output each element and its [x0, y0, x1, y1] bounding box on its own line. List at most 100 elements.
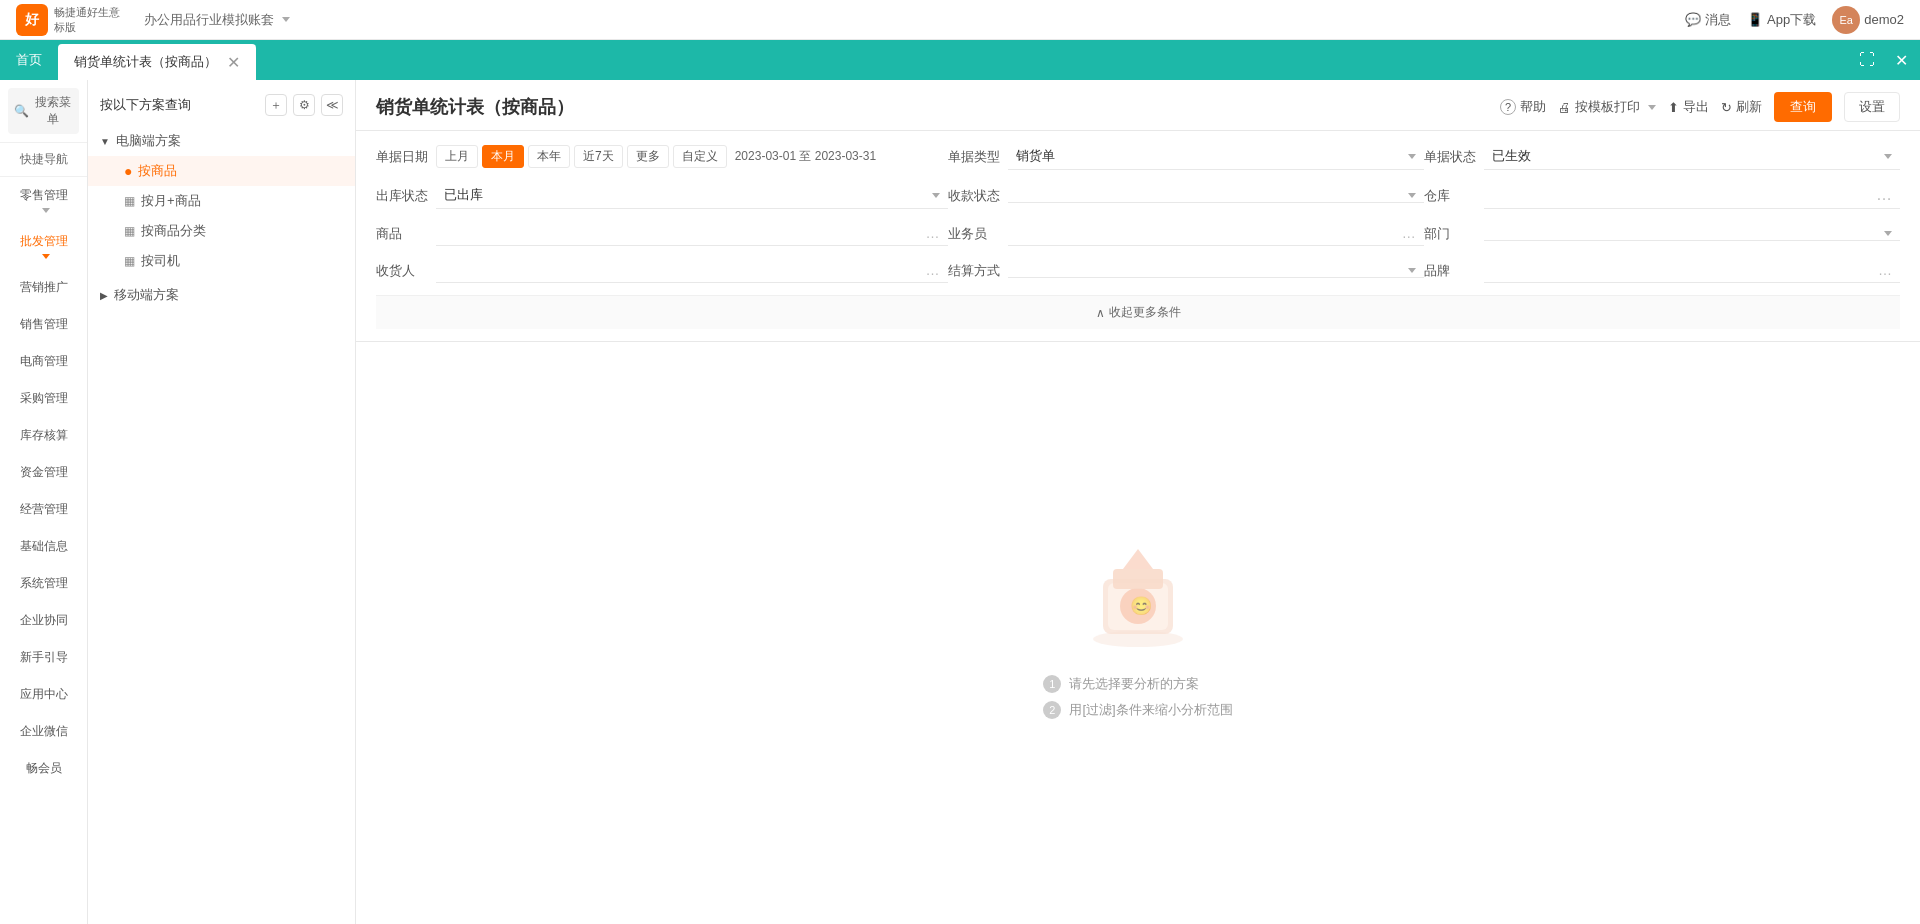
department-dropdown-icon: [1884, 231, 1892, 236]
sidebar-quick-nav[interactable]: 快捷导航: [0, 143, 87, 177]
collapse-bar[interactable]: ∧ 收起更多条件: [376, 295, 1900, 329]
date-btn-last-month[interactable]: 上月: [436, 145, 478, 168]
add-scheme-button[interactable]: ＋: [265, 94, 287, 116]
sidebar: 🔍 搜索菜单 快捷导航 零售管理 批发管理 营销推广 销售管理 电商管理 采购管…: [0, 80, 88, 924]
doc-type-select[interactable]: 销货单: [1008, 143, 1424, 170]
sidebar-item-member[interactable]: 畅会员: [0, 750, 87, 787]
sidebar-item-operation[interactable]: 经营管理: [0, 491, 87, 528]
sidebar-item-sales[interactable]: 销售管理: [0, 306, 87, 343]
help-button[interactable]: ? 帮助: [1500, 98, 1546, 116]
doc-type-dropdown-icon: [1408, 154, 1416, 159]
app-download-button[interactable]: 📱 App下载: [1747, 11, 1816, 29]
collapse-panel-button[interactable]: ≪: [321, 94, 343, 116]
tab-home[interactable]: 首页: [0, 40, 58, 80]
header-actions: ? 帮助 🖨 按模板打印 ⬆ 导出 ↻ 刷新: [1500, 92, 1900, 122]
maximize-icon[interactable]: ⛶: [1859, 51, 1875, 69]
brand-more-icon[interactable]: …: [1878, 262, 1892, 278]
scheme-by-cashier[interactable]: ▦ 按司机: [88, 246, 355, 276]
scheme-by-month-product[interactable]: ▦ 按月+商品: [88, 186, 355, 216]
svg-marker-6: [1123, 549, 1153, 569]
filter-panel-header: 按以下方案查询 ＋ ⚙ ≪: [88, 88, 355, 122]
tabbar-right: ⛶ ✕: [1859, 51, 1920, 70]
export-icon: ⬆: [1668, 100, 1679, 115]
sidebar-item-inventory[interactable]: 库存核算: [0, 417, 87, 454]
logo-icon: 好: [16, 4, 48, 36]
filter-row-3: 商品 … 业务员 … 部门: [376, 221, 1900, 246]
search-menu-button[interactable]: 🔍 搜索菜单: [8, 88, 79, 134]
date-btn-this-year[interactable]: 本年: [528, 145, 570, 168]
empty-step-1: 1 请先选择要分析的方案: [1043, 675, 1232, 693]
category-scheme-icon: ▦: [124, 224, 135, 238]
topbar-right: 💬 消息 📱 App下载 Ea demo2: [1685, 6, 1904, 34]
product-more-icon[interactable]: …: [926, 225, 940, 241]
refresh-icon: ↻: [1721, 100, 1732, 115]
svg-text:😊: 😊: [1130, 595, 1153, 617]
department-select[interactable]: [1484, 227, 1900, 241]
user-avatar[interactable]: Ea demo2: [1832, 6, 1904, 34]
warehouse-status-select[interactable]: 已出库: [436, 182, 948, 209]
step-1-num: 1: [1043, 675, 1061, 693]
tab-close-icon[interactable]: ✕: [227, 53, 240, 72]
filter-row-1: 单据日期 上月 本月 本年 近7天 更多 自定义 2023-03-01 至 20…: [376, 143, 1900, 170]
export-button[interactable]: ⬆ 导出: [1668, 98, 1709, 116]
filter-row-4: 收货人 … 结算方式 品牌: [376, 258, 1900, 283]
close-tab-icon[interactable]: ✕: [1895, 51, 1908, 70]
filter-recipient: 收货人 …: [376, 258, 948, 283]
tree-section-desktop-header[interactable]: ▼ 电脑端方案: [88, 126, 355, 156]
print-dropdown-icon: [1648, 105, 1656, 110]
filter-brand: 品牌 …: [1424, 258, 1900, 283]
scheme-by-product[interactable]: ● 按商品: [88, 156, 355, 186]
doc-status-select[interactable]: 已生效: [1484, 143, 1900, 170]
product-select[interactable]: …: [436, 221, 948, 246]
sidebar-item-system[interactable]: 系统管理: [0, 565, 87, 602]
date-btn-this-month[interactable]: 本月: [482, 145, 524, 168]
filter-payment-status: 收款状态: [948, 187, 1424, 205]
date-btn-7days[interactable]: 近7天: [574, 145, 623, 168]
date-btn-more[interactable]: 更多: [627, 145, 669, 168]
date-btn-custom[interactable]: 自定义: [673, 145, 727, 168]
edit-scheme-button[interactable]: ⚙: [293, 94, 315, 116]
scheme-by-category[interactable]: ▦ 按商品分类: [88, 216, 355, 246]
recipient-more-icon[interactable]: …: [926, 262, 940, 278]
sidebar-item-ecom[interactable]: 电商管理: [0, 343, 87, 380]
recipient-select[interactable]: …: [436, 258, 948, 283]
page-title: 销货单统计表（按商品）: [376, 95, 574, 119]
settlement-select[interactable]: [1008, 264, 1424, 278]
warehouse-more-icon[interactable]: …: [1876, 186, 1892, 204]
filter-department: 部门: [1424, 225, 1900, 243]
workspace-selector[interactable]: 办公用品行业模拟账套: [144, 11, 290, 29]
retail-expand-icon: [42, 208, 50, 213]
empty-state: 😊 1 请先选择要分析的方案 2 用[过滤]条件来缩小分析范围: [356, 342, 1920, 924]
template-print-button[interactable]: 🖨 按模板打印: [1558, 98, 1656, 116]
sidebar-item-wechat[interactable]: 企业微信: [0, 713, 87, 750]
sidebar-item-retail[interactable]: 零售管理: [0, 177, 87, 223]
payment-status-select[interactable]: [1008, 189, 1424, 203]
refresh-button[interactable]: ↻ 刷新: [1721, 98, 1762, 116]
month-product-scheme-icon: ▦: [124, 194, 135, 208]
filter-product: 商品 …: [376, 221, 948, 246]
warehouse-select[interactable]: …: [1484, 182, 1900, 209]
wholesale-expand-icon: [42, 254, 50, 259]
main-container: 🔍 搜索菜单 快捷导航 零售管理 批发管理 营销推广 销售管理 电商管理 采购管…: [0, 80, 1920, 924]
section-expand-icon: ▼: [100, 136, 110, 147]
query-button[interactable]: 查询: [1774, 92, 1832, 122]
tree-section-mobile-header[interactable]: ▶ 移动端方案: [88, 280, 355, 310]
sidebar-item-marketing[interactable]: 营销推广: [0, 269, 87, 306]
sidebar-item-enterprise[interactable]: 企业协同: [0, 602, 87, 639]
salesperson-select[interactable]: …: [1008, 221, 1424, 246]
warehouse-status-dropdown-icon: [932, 193, 940, 198]
main-content: 销货单统计表（按商品） ? 帮助 🖨 按模板打印 ⬆ 导出: [356, 80, 1920, 924]
message-button[interactable]: 💬 消息: [1685, 11, 1731, 29]
sidebar-item-finance[interactable]: 资金管理: [0, 454, 87, 491]
logo-text: 畅捷通好生意 标版: [54, 5, 120, 34]
filter-warehouse: 仓库 …: [1424, 182, 1900, 209]
tab-sales-stats[interactable]: 销货单统计表（按商品） ✕: [58, 44, 256, 80]
settings-button[interactable]: 设置: [1844, 92, 1900, 122]
brand-select[interactable]: …: [1484, 258, 1900, 283]
sidebar-item-newbie[interactable]: 新手引导: [0, 639, 87, 676]
salesperson-more-icon[interactable]: …: [1402, 225, 1416, 241]
sidebar-item-purchase[interactable]: 采购管理: [0, 380, 87, 417]
sidebar-item-apps[interactable]: 应用中心: [0, 676, 87, 713]
sidebar-item-wholesale[interactable]: 批发管理: [0, 223, 87, 269]
sidebar-item-basic[interactable]: 基础信息: [0, 528, 87, 565]
